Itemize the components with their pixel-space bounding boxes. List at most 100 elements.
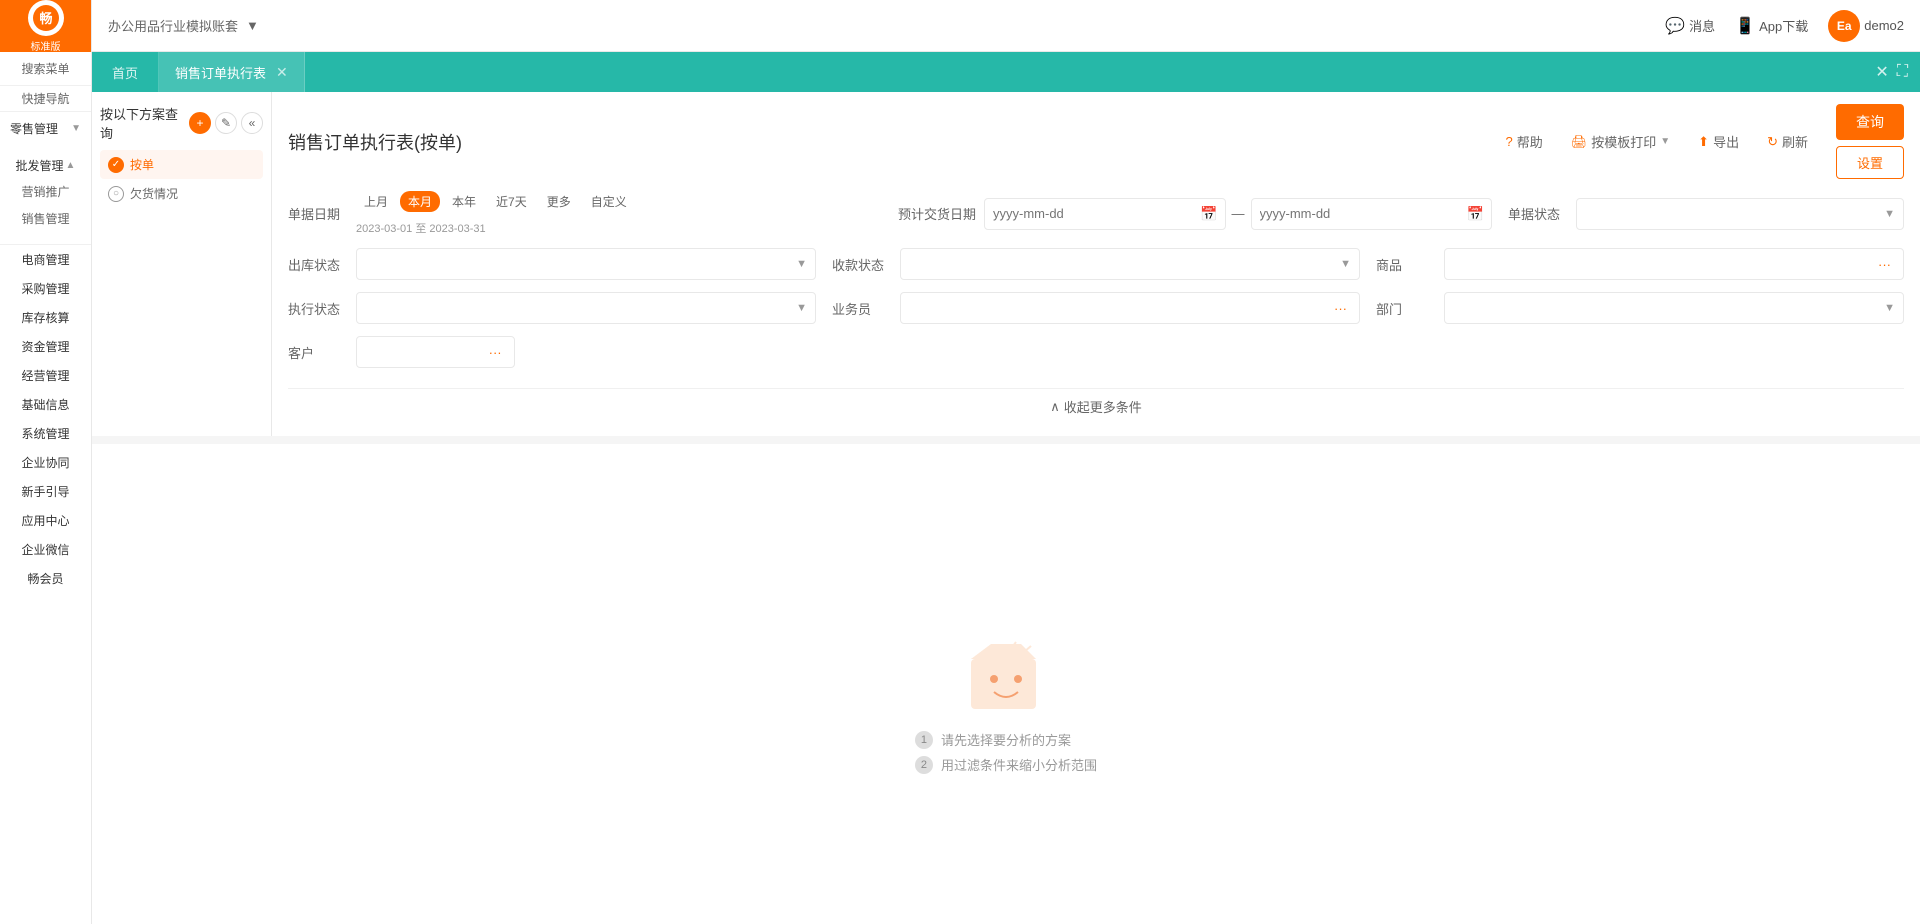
- date-block: 上月 本月 本年 近7天 更多 自定义 2023-03-01 至 2023-03…: [356, 191, 882, 236]
- date-tab-more[interactable]: 更多: [539, 191, 579, 212]
- scheme-item-order[interactable]: ✓ 按单: [100, 150, 263, 179]
- payment-status-arrow-icon: ▼: [1340, 258, 1351, 270]
- fullscreen-icon[interactable]: ⛶: [1897, 63, 1908, 81]
- tabs-actions: ✕ ⛶: [1863, 52, 1920, 92]
- dept-select[interactable]: ▼: [1444, 292, 1904, 324]
- debt-item[interactable]: ○ 欠货情况: [100, 179, 263, 208]
- filter-panel: 按以下方案查询 + ✎ « ✓ 按单 ○ 欠货情况: [92, 92, 1920, 436]
- date-tab-7days[interactable]: 近7天: [488, 191, 535, 212]
- exec-status-label: 执行状态: [288, 299, 348, 318]
- dept-arrow-icon: ▼: [1884, 302, 1895, 314]
- empty-state: 1 请先选择要分析的方案 2 用过滤条件来缩小分析范围: [915, 614, 1097, 774]
- user-profile[interactable]: Ea demo2: [1828, 10, 1904, 42]
- search-button[interactable]: 查询: [1836, 104, 1904, 140]
- refresh-btn[interactable]: ↻ 刷新: [1759, 128, 1816, 155]
- exec-status-arrow-icon: ▼: [796, 302, 807, 314]
- filter-item-dept: 部门 ▼: [1376, 292, 1904, 324]
- customer-more-icon[interactable]: ···: [485, 345, 506, 360]
- goods-label: 商品: [1376, 255, 1436, 274]
- date-label: 单据日期: [288, 204, 348, 223]
- expected-date-start-wrap: 📅: [984, 198, 1226, 230]
- sidebar-item-appcenter[interactable]: 应用中心: [0, 506, 91, 535]
- date-tab-this-year[interactable]: 本年: [444, 191, 484, 212]
- goods-select[interactable]: ···: [1444, 248, 1904, 280]
- sidebar-item-sales[interactable]: 销售管理: [10, 205, 81, 232]
- close-tab-icon[interactable]: ✕: [276, 64, 288, 81]
- export-btn[interactable]: ⬆ 导出: [1690, 128, 1747, 155]
- doc-status-select[interactable]: ▼: [1576, 198, 1904, 230]
- page-title: 销售订单执行表(按单): [288, 129, 462, 155]
- add-scheme-btn[interactable]: +: [189, 112, 211, 134]
- date-tab-custom[interactable]: 自定义: [583, 191, 635, 212]
- tab-home[interactable]: 首页: [92, 52, 159, 92]
- logo-subtitle: 标准版: [31, 38, 61, 53]
- sidebar-search[interactable]: 搜索菜单: [0, 52, 91, 86]
- date-tabs: 上月 本月 本年 近7天 更多 自定义: [356, 191, 882, 212]
- sidebar-item-marketing[interactable]: 营销推广: [10, 178, 81, 205]
- export-label: 导出: [1713, 132, 1739, 151]
- print-icon: 🖨: [1571, 134, 1588, 150]
- ship-status-select[interactable]: ▼: [356, 248, 816, 280]
- breadcrumb-arrow-icon[interactable]: ▼: [246, 18, 259, 33]
- wholesale-group-title[interactable]: 批发管理 ▲: [10, 157, 81, 174]
- scheme-active-icon: ✓: [108, 157, 124, 173]
- expected-date-end-input[interactable]: [1251, 198, 1493, 230]
- empty-tip-2: 2 用过滤条件来缩小分析范围: [915, 755, 1097, 774]
- sidebar-item-member[interactable]: 畅会员: [0, 564, 91, 593]
- collapse-more-btn[interactable]: ∧ 收起更多条件: [288, 388, 1904, 424]
- scheme-panel-title: 按以下方案查询: [100, 104, 189, 142]
- tab-order-table[interactable]: 销售订单执行表 ✕: [159, 52, 305, 92]
- page-title-row: 销售订单执行表(按单) ? 帮助 🖨 按模板打印 ▼ ⬆: [288, 104, 1904, 179]
- sidebar-item-newbie[interactable]: 新手引导: [0, 477, 91, 506]
- filter-rows: 单据日期 上月 本月 本年 近7天 更多 自定义 20: [288, 191, 1904, 424]
- page-actions: ? 帮助 🖨 按模板打印 ▼ ⬆ 导出 ↻: [1497, 104, 1904, 179]
- customer-select[interactable]: ···: [356, 336, 515, 368]
- date-tab-last-month[interactable]: 上月: [356, 191, 396, 212]
- svg-text:畅: 畅: [39, 11, 52, 26]
- message-btn[interactable]: 💬 消息: [1665, 16, 1715, 36]
- sidebar-item-operation[interactable]: 经营管理: [0, 361, 91, 390]
- filter-item-doc-status: 单据状态 ▼: [1508, 198, 1904, 230]
- sidebar-logo: 畅 标准版: [0, 0, 91, 52]
- date-tab-this-month[interactable]: 本月: [400, 191, 440, 212]
- sidebar-item-wechat[interactable]: 企业微信: [0, 535, 91, 564]
- empty-tips: 1 请先选择要分析的方案 2 用过滤条件来缩小分析范围: [915, 730, 1097, 774]
- sidebar-item-finance[interactable]: 资金管理: [0, 332, 91, 361]
- payment-status-select[interactable]: ▼: [900, 248, 1360, 280]
- app-download-btn[interactable]: 📱 App下载: [1735, 16, 1808, 36]
- refresh-label: 刷新: [1782, 132, 1808, 151]
- goods-more-icon[interactable]: ···: [1874, 257, 1895, 272]
- scheme-actions: + ✎ «: [189, 112, 263, 134]
- filter-item-exec-status: 执行状态 ▼: [288, 292, 816, 324]
- close-window-icon[interactable]: ✕: [1875, 62, 1888, 82]
- debt-item-label: 欠货情况: [130, 185, 178, 202]
- sidebar-item-purchase[interactable]: 采购管理: [0, 274, 91, 303]
- sidebar-nav[interactable]: 快捷导航: [0, 86, 91, 112]
- salesperson-more-icon[interactable]: ···: [1330, 301, 1351, 316]
- dept-label: 部门: [1376, 299, 1436, 318]
- settings-button[interactable]: 设置: [1836, 146, 1904, 179]
- sidebar-item-basic[interactable]: 基础信息: [0, 390, 91, 419]
- tip-text-1: 请先选择要分析的方案: [941, 730, 1071, 749]
- date-range-text: 2023-03-01 至 2023-03-31: [356, 220, 882, 236]
- debt-icon: ○: [108, 186, 124, 202]
- retail-group[interactable]: 零售管理: [10, 120, 58, 137]
- help-icon: ?: [1505, 134, 1512, 149]
- sidebar-item-inventory[interactable]: 库存核算: [0, 303, 91, 332]
- exec-status-select[interactable]: ▼: [356, 292, 816, 324]
- print-btn[interactable]: 🖨 按模板打印 ▼: [1563, 128, 1678, 155]
- salesperson-select[interactable]: ···: [900, 292, 1360, 324]
- doc-status-label: 单据状态: [1508, 204, 1568, 223]
- export-icon: ⬆: [1698, 134, 1709, 150]
- calendar-start-icon[interactable]: 📅: [1200, 205, 1217, 222]
- scheme-item-label: 按单: [130, 156, 154, 173]
- calendar-end-icon[interactable]: 📅: [1467, 205, 1484, 222]
- sidebar-item-enterprise[interactable]: 企业协同: [0, 448, 91, 477]
- filter-left-header: 按以下方案查询 + ✎ «: [100, 104, 263, 142]
- collapse-scheme-btn[interactable]: «: [241, 112, 263, 134]
- help-btn[interactable]: ? 帮助: [1497, 128, 1550, 155]
- sidebar-item-system[interactable]: 系统管理: [0, 419, 91, 448]
- sidebar-item-ecommerce[interactable]: 电商管理: [0, 245, 91, 274]
- expected-date-start-input[interactable]: [984, 198, 1226, 230]
- edit-scheme-btn[interactable]: ✎: [215, 112, 237, 134]
